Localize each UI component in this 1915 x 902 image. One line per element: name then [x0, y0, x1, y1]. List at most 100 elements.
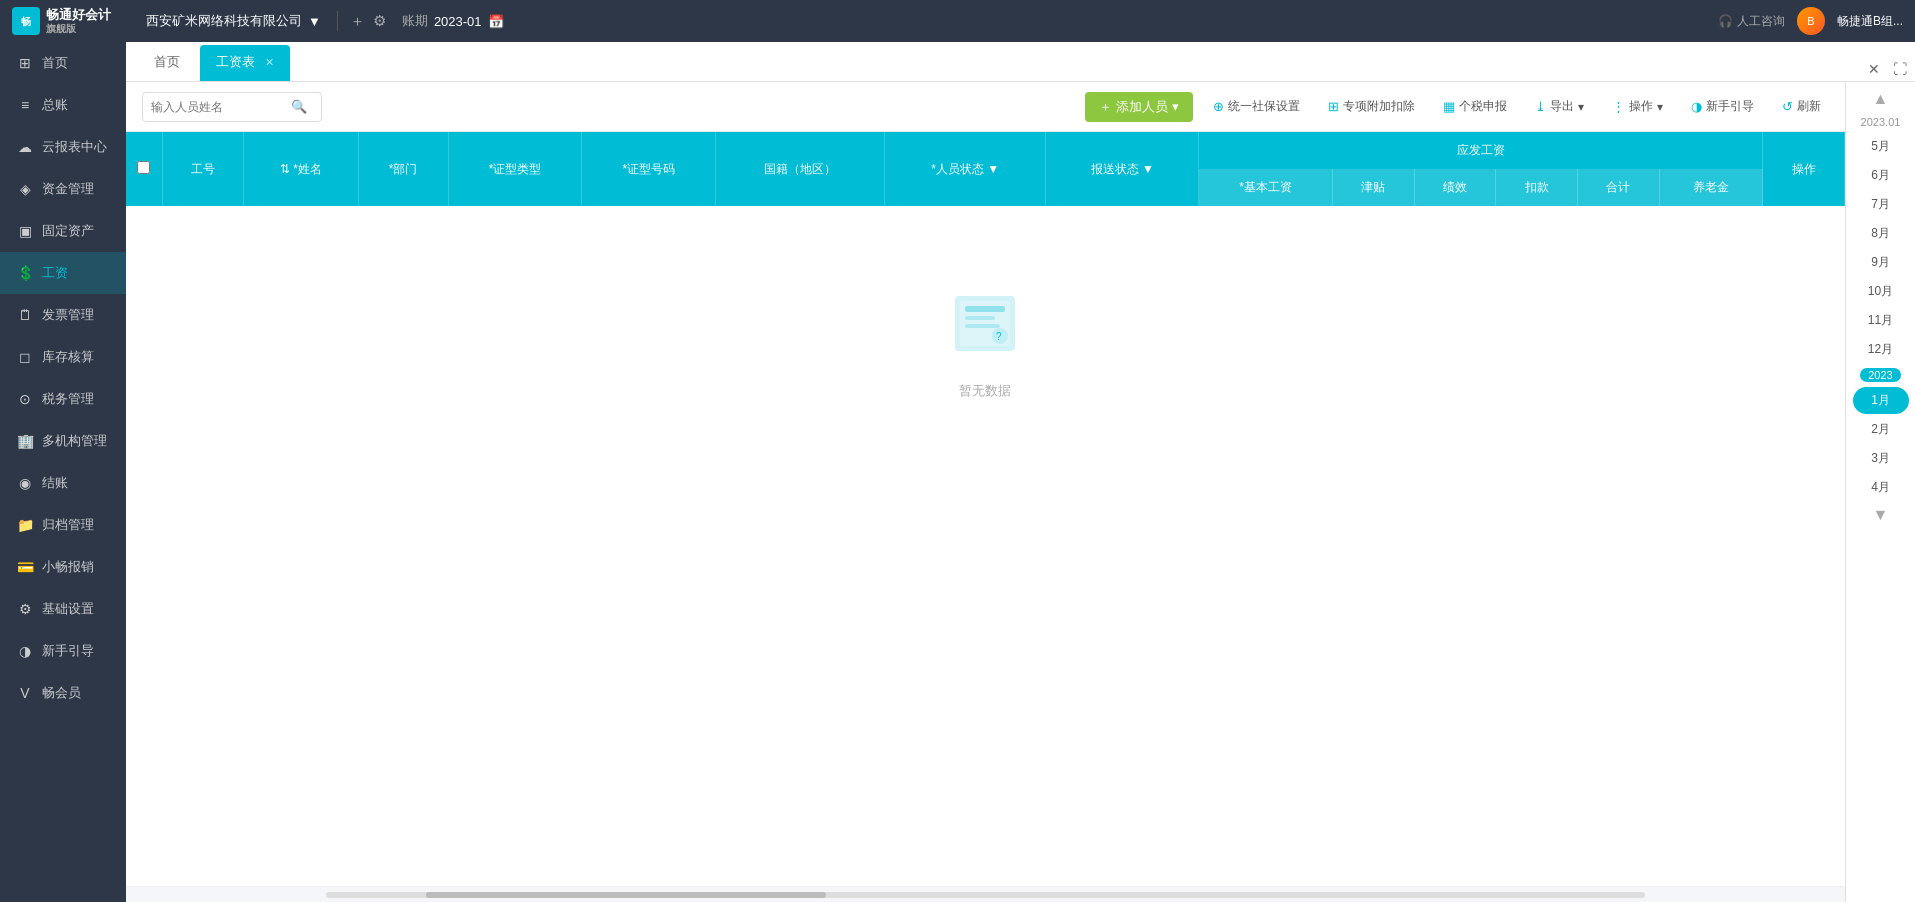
logo-text: 畅通好会计 旗舰版	[46, 7, 111, 35]
add-company-icon[interactable]: ＋	[346, 8, 369, 35]
refresh-label: 刷新	[1797, 98, 1821, 115]
social-security-button[interactable]: ⊕ 统一社保设置	[1205, 93, 1308, 120]
sidebar-item-guide[interactable]: ◑ 新手引导	[0, 630, 126, 672]
operation-button[interactable]: ⋮ 操作 ▾	[1604, 93, 1671, 120]
bottom-scrollbar[interactable]	[126, 886, 1845, 902]
filter-icon[interactable]: ▼	[987, 162, 999, 176]
calendar-icon[interactable]: 📅	[488, 14, 504, 29]
maximize-window-button[interactable]: ⛶	[1889, 58, 1911, 80]
svg-text:?: ?	[996, 331, 1002, 342]
month-item-8[interactable]: 8月	[1853, 220, 1909, 247]
month-item-7[interactable]: 7月	[1853, 191, 1909, 218]
special-deduction-button[interactable]: ⊞ 专项附加扣除	[1320, 93, 1423, 120]
sort-icon: ⇅	[280, 162, 290, 176]
th-base-salary: *基本工资	[1199, 169, 1333, 206]
export-dropdown-icon: ▾	[1578, 100, 1584, 114]
home-icon: ⊞	[16, 55, 34, 71]
date-nav-down[interactable]: ▼	[1846, 502, 1915, 528]
th-total: 合计	[1578, 169, 1660, 206]
fund-icon: ◈	[16, 181, 34, 197]
svg-rect-6	[965, 324, 1000, 328]
sidebar-item-home[interactable]: ⊞ 首页	[0, 42, 126, 84]
tax-declare-label: 个税申报	[1459, 98, 1507, 115]
window-controls: ✕ ⛶	[1863, 58, 1911, 80]
search-icon: 🔍	[291, 99, 307, 114]
sidebar-item-label: 畅会员	[42, 684, 81, 702]
guide-button[interactable]: ◑ 新手引导	[1683, 93, 1762, 120]
inventory-icon: ◻	[16, 349, 34, 365]
select-all-checkbox[interactable]	[137, 161, 150, 174]
sidebar-item-archive[interactable]: 📁 归档管理	[0, 504, 126, 546]
sidebar-item-label: 归档管理	[42, 516, 94, 534]
month-item-11[interactable]: 11月	[1853, 307, 1909, 334]
month-item-6[interactable]: 6月	[1853, 162, 1909, 189]
add-dropdown-icon: ▾	[1172, 99, 1179, 114]
date-panel-header: 2023.01	[1861, 112, 1901, 132]
refresh-button[interactable]: ↺ 刷新	[1774, 93, 1829, 120]
filter-icon2[interactable]: ▼	[1142, 162, 1154, 176]
search-input[interactable]	[151, 100, 291, 114]
sidebar-item-assets[interactable]: ▣ 固定资产	[0, 210, 126, 252]
main-layout: ⊞ 首页 ≡ 总账 ☁ 云报表中心 ◈ 资金管理 ▣ 固定资产 💲 工资 🗒 发…	[0, 42, 1915, 902]
sidebar: ⊞ 首页 ≡ 总账 ☁ 云报表中心 ◈ 资金管理 ▣ 固定资产 💲 工资 🗒 发…	[0, 42, 126, 902]
sidebar-item-label: 新手引导	[42, 642, 94, 660]
sidebar-item-member[interactable]: V 畅会员	[0, 672, 126, 714]
sidebar-item-fund[interactable]: ◈ 资金管理	[0, 168, 126, 210]
company-selector[interactable]: 西安矿米网络科技有限公司 ▼	[138, 8, 329, 34]
th-action: 操作	[1763, 132, 1845, 206]
month-item-1[interactable]: 1月	[1853, 387, 1909, 414]
sidebar-item-invoice[interactable]: 🗒 发票管理	[0, 294, 126, 336]
sidebar-item-expense[interactable]: 💳 小畅报销	[0, 546, 126, 588]
month-item-4[interactable]: 4月	[1853, 474, 1909, 501]
sidebar-item-ledger[interactable]: ≡ 总账	[0, 84, 126, 126]
month-item-12[interactable]: 12月	[1853, 336, 1909, 363]
close-window-button[interactable]: ✕	[1863, 58, 1885, 80]
sidebar-item-settings[interactable]: ⚙ 基础设置	[0, 588, 126, 630]
sidebar-item-label: 云报表中心	[42, 138, 107, 156]
month-item-10[interactable]: 10月	[1853, 278, 1909, 305]
sidebar-item-cloud-report[interactable]: ☁ 云报表中心	[0, 126, 126, 168]
user-avatar[interactable]: B	[1797, 7, 1825, 35]
assets-icon: ▣	[16, 223, 34, 239]
empty-text: 暂无数据	[959, 382, 1011, 400]
svg-rect-5	[965, 316, 995, 320]
scroll-thumb[interactable]	[426, 892, 826, 898]
company-name: 西安矿米网络科技有限公司	[146, 12, 302, 30]
sidebar-item-inventory[interactable]: ◻ 库存核算	[0, 336, 126, 378]
month-item-5[interactable]: 5月	[1853, 133, 1909, 160]
scroll-track[interactable]	[326, 892, 1645, 898]
sidebar-item-close-account[interactable]: ◉ 结账	[0, 462, 126, 504]
social-security-icon: ⊕	[1213, 99, 1224, 114]
export-button[interactable]: ⤓ 导出 ▾	[1527, 93, 1592, 120]
date-nav-up[interactable]: ▲	[1846, 86, 1915, 112]
add-person-button[interactable]: ＋ 添加人员 ▾	[1085, 92, 1193, 122]
settings-icon[interactable]: ⚙	[369, 8, 390, 34]
empty-state: ? 暂无数据	[126, 206, 1845, 440]
headset-icon: 🎧	[1718, 14, 1733, 28]
month-item-9[interactable]: 9月	[1853, 249, 1909, 276]
month-item-3[interactable]: 3月	[1853, 445, 1909, 472]
tab-salary-table[interactable]: 工资表 ✕	[200, 45, 290, 81]
tab-close-icon[interactable]: ✕	[265, 56, 274, 68]
top-header: 畅 畅通好会计 旗舰版 西安矿米网络科技有限公司 ▼ ＋ ⚙ 账期 2023-0…	[0, 0, 1915, 42]
sidebar-item-multi-org[interactable]: 🏢 多机构管理	[0, 420, 126, 462]
sidebar-item-tax[interactable]: ⊙ 税务管理	[0, 378, 126, 420]
multi-org-icon: 🏢	[16, 433, 34, 449]
month-item-2[interactable]: 2月	[1853, 416, 1909, 443]
service-label: 人工咨询	[1737, 13, 1785, 30]
sidebar-item-label: 资金管理	[42, 180, 94, 198]
sidebar-item-salary[interactable]: 💲 工资	[0, 252, 126, 294]
guide-label: 新手引导	[1706, 98, 1754, 115]
service-button[interactable]: 🎧 人工咨询	[1718, 13, 1785, 30]
right-date-panel: ▲ 2023.01 5月 6月 7月 8月 9月 10月 11月 12月 202…	[1845, 82, 1915, 902]
add-person-label: 添加人员	[1116, 98, 1168, 116]
logo-area: 畅 畅通好会计 旗舰版	[12, 7, 122, 35]
search-wrap[interactable]: 🔍	[142, 92, 322, 122]
empty-state-cell: ? 暂无数据	[126, 206, 1845, 440]
sidebar-item-label: 首页	[42, 54, 68, 72]
tax-declare-button[interactable]: ▦ 个税申报	[1435, 93, 1515, 120]
member-icon: V	[16, 685, 34, 701]
period-value: 2023-01	[434, 14, 482, 29]
refresh-icon: ↺	[1782, 99, 1793, 114]
tab-home[interactable]: 首页	[138, 45, 196, 81]
